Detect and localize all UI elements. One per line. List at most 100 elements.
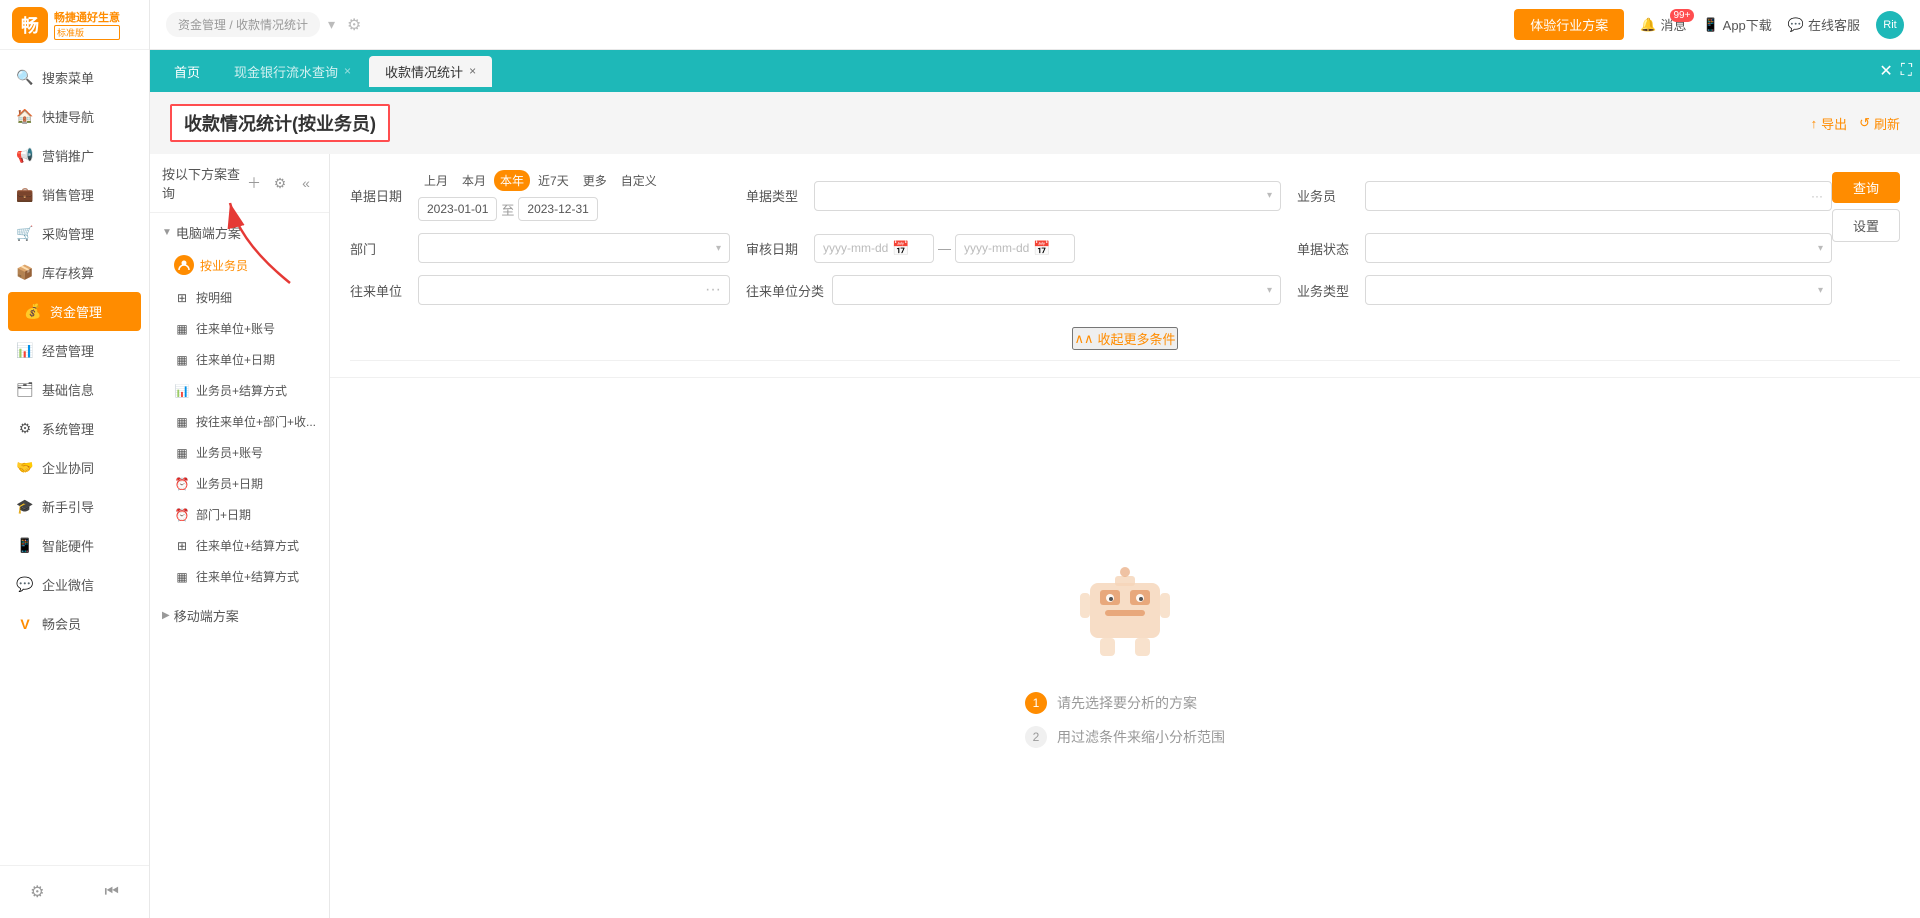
sidebar-nav: 🔍 搜索菜单 🏠 快捷导航 📢 营销推广 💼 销售管理 🛒 采购管理 📦 库存核… [0, 50, 149, 865]
empty-state: 1 请先选择要分析的方案 2 用过滤条件来缩小分析范围 [330, 378, 1920, 918]
desktop-section-header[interactable]: ▼ 电脑端方案 [150, 217, 329, 248]
audit-date-label: 审核日期 [746, 239, 806, 258]
tab-bank-flow[interactable]: 现金银行流水查询 × [218, 56, 367, 87]
finance-icon: 💰 [24, 303, 42, 321]
bell-icon: 🔔 [1640, 17, 1656, 33]
date-from-input[interactable]: 2023-01-01 [418, 197, 497, 221]
chevron-down-icon-category: ▾ [1267, 285, 1272, 296]
filter-rows: 单据日期 上月 本月 本年 近7天 更多 自定义 [350, 170, 1832, 317]
tabs-list: 首页 现金银行流水查询 × 收款情况统计 × [158, 56, 492, 87]
sidebar-item-inventory[interactable]: 📦 库存核算 [0, 253, 149, 292]
menu-item-counterpart-dept[interactable]: ▦ 按往来单位+部门+收... [150, 406, 329, 437]
menu-item-salesperson-account[interactable]: ▦ 业务员+账号 [150, 437, 329, 468]
logo-area: 畅 畅捷通好生意 标准版 [0, 0, 149, 50]
sidebar-item-basic-info[interactable]: 🗂 基础信息 [0, 370, 149, 409]
purchase-icon: 🛒 [16, 225, 34, 243]
salesperson-select[interactable]: ··· [1365, 181, 1832, 211]
tab-collection-close[interactable]: × [469, 64, 476, 78]
add-scheme-button[interactable]: ＋ [243, 172, 265, 194]
chart-icon: 📊 [174, 383, 190, 399]
trial-button[interactable]: 体验行业方案 [1514, 9, 1624, 40]
table-icon: ▦ [174, 321, 190, 337]
collapse-conditions-button[interactable]: ∧∧ 收起更多条件 [1072, 327, 1177, 350]
sidebar-item-purchase[interactable]: 🛒 采购管理 [0, 214, 149, 253]
sidebar-item-system[interactable]: ⚙ 系统管理 [0, 409, 149, 448]
doc-status-select[interactable]: ▾ [1365, 233, 1832, 263]
date-tab-last7[interactable]: 近7天 [532, 170, 575, 191]
tab-close-all-icon[interactable]: ✕ [1879, 61, 1892, 81]
menu-item-counterpart-settlement1[interactable]: ⊞ 往来单位+结算方式 [150, 530, 329, 561]
sidebar-item-operation[interactable]: 📊 经营管理 [0, 331, 149, 370]
sidebar-item-member[interactable]: V 畅会员 [0, 604, 149, 643]
chevron-down-icon: ▾ [1267, 190, 1272, 201]
sidebar-item-enterprise[interactable]: 🤝 企业协同 [0, 448, 149, 487]
grid-icon-2: ⊞ [174, 538, 190, 554]
tab-collection[interactable]: 收款情况统计 × [369, 56, 492, 87]
empty-step-1: 1 请先选择要分析的方案 [1025, 692, 1225, 714]
doc-type-select[interactable]: ▾ [814, 181, 1281, 211]
tab-home[interactable]: 首页 [158, 56, 216, 87]
query-button[interactable]: 查询 [1832, 172, 1900, 203]
top-header: 资金管理 / 收款情况统计 ▾ ⚙ 体验行业方案 🔔 消息 99+ 📱 App下… [150, 0, 1920, 50]
menu-item-counterpart-account[interactable]: ▦ 往来单位+账号 [150, 313, 329, 344]
service-icon: 💬 [1788, 17, 1804, 33]
sidebar-item-search[interactable]: 🔍 搜索菜单 [0, 58, 149, 97]
audit-from-input[interactable]: yyyy-mm-dd 📅 [814, 234, 934, 263]
counterpart-select[interactable]: ··· [418, 275, 730, 305]
counterpart-more-icon[interactable]: ··· [705, 281, 721, 299]
app-download-item[interactable]: 📱 App下载 [1702, 15, 1771, 34]
date-tab-more[interactable]: 更多 [577, 170, 613, 191]
dropdown-icon[interactable]: ▾ [328, 16, 335, 33]
dept-select[interactable]: ▾ [418, 233, 730, 263]
doc-type-filter-item: 单据类型 ▾ [746, 181, 1281, 211]
date-to-input[interactable]: 2023-12-31 [518, 197, 597, 221]
menu-item-counterpart-settlement2[interactable]: ▦ 往来单位+结算方式 [150, 561, 329, 592]
settings-scheme-button[interactable]: ⚙ [269, 172, 291, 194]
tab-bank-flow-close[interactable]: × [344, 64, 351, 78]
member-icon: V [16, 615, 34, 633]
date-tab-last-month[interactable]: 上月 [418, 170, 454, 191]
menu-item-by-salesperson[interactable]: 按业务员 [150, 248, 329, 282]
counterpart-category-select[interactable]: ▾ [832, 275, 1281, 305]
sidebar-item-smart-hw[interactable]: 📱 智能硬件 [0, 526, 149, 565]
sidebar-item-guide[interactable]: 🎓 新手引导 [0, 487, 149, 526]
settings-button[interactable]: 设置 [1832, 209, 1900, 242]
sidebar-item-quick-nav[interactable]: 🏠 快捷导航 [0, 97, 149, 136]
step-num-2: 2 [1025, 726, 1047, 748]
online-service-item[interactable]: 💬 在线客服 [1788, 15, 1860, 34]
tab-expand-icon[interactable]: ⛶ [1901, 62, 1912, 80]
collapse-panel-button[interactable]: « [295, 172, 317, 194]
date-tab-this-month[interactable]: 本月 [456, 170, 492, 191]
user-avatar[interactable]: Rit [1876, 11, 1904, 39]
menu-item-salesperson-date[interactable]: ⏰ 业务员+日期 [150, 468, 329, 499]
sidebar-item-sales[interactable]: 💼 销售管理 [0, 175, 149, 214]
settings-footer-icon[interactable]: ⚙ [22, 874, 52, 910]
clock-icon-2: ⏰ [174, 507, 190, 523]
filter-row-1: 单据日期 上月 本月 本年 近7天 更多 自定义 [350, 170, 1832, 221]
filter-row-1-wrapper: 单据日期 上月 本月 本年 近7天 更多 自定义 [350, 170, 1900, 317]
date-tab-this-year[interactable]: 本年 [494, 170, 530, 191]
mobile-section-header[interactable]: ▶ 移动端方案 [150, 600, 329, 631]
business-type-select[interactable]: ▾ [1365, 275, 1832, 305]
collapse-footer-icon[interactable]: ⏮ [97, 875, 127, 909]
desktop-section: ▼ 电脑端方案 按业务员 ⊞ 按明细 ▦ [150, 213, 329, 596]
more-options-icon[interactable]: ··· [1811, 189, 1823, 203]
refresh-button[interactable]: ↺ 刷新 [1859, 114, 1900, 133]
chevron-down-icon-biz: ▾ [1818, 285, 1823, 296]
filter-row-2: 部门 ▾ 审核日期 [350, 233, 1832, 263]
menu-item-salesperson-settlement[interactable]: 📊 业务员+结算方式 [150, 375, 329, 406]
sidebar-item-marketing[interactable]: 📢 营销推广 [0, 136, 149, 175]
menu-item-dept-date[interactable]: ⏰ 部门+日期 [150, 499, 329, 530]
menu-item-by-detail[interactable]: ⊞ 按明细 [150, 282, 329, 313]
sidebar-item-wechat[interactable]: 💬 企业微信 [0, 565, 149, 604]
sidebar-item-finance[interactable]: 💰 资金管理 [8, 292, 141, 331]
export-button[interactable]: ↑ 导出 [1811, 114, 1848, 133]
refresh-icon: ↺ [1859, 115, 1870, 131]
settings-icon[interactable]: ⚙ [347, 15, 361, 35]
menu-item-counterpart-date[interactable]: ▦ 往来单位+日期 [150, 344, 329, 375]
date-tab-custom[interactable]: 自定义 [615, 170, 663, 191]
header-left: 资金管理 / 收款情况统计 ▾ ⚙ [166, 12, 361, 37]
audit-to-input[interactable]: yyyy-mm-dd 📅 [955, 234, 1075, 263]
notifications-item[interactable]: 🔔 消息 99+ [1640, 15, 1686, 34]
calendar-icon-to: 📅 [1033, 240, 1050, 257]
